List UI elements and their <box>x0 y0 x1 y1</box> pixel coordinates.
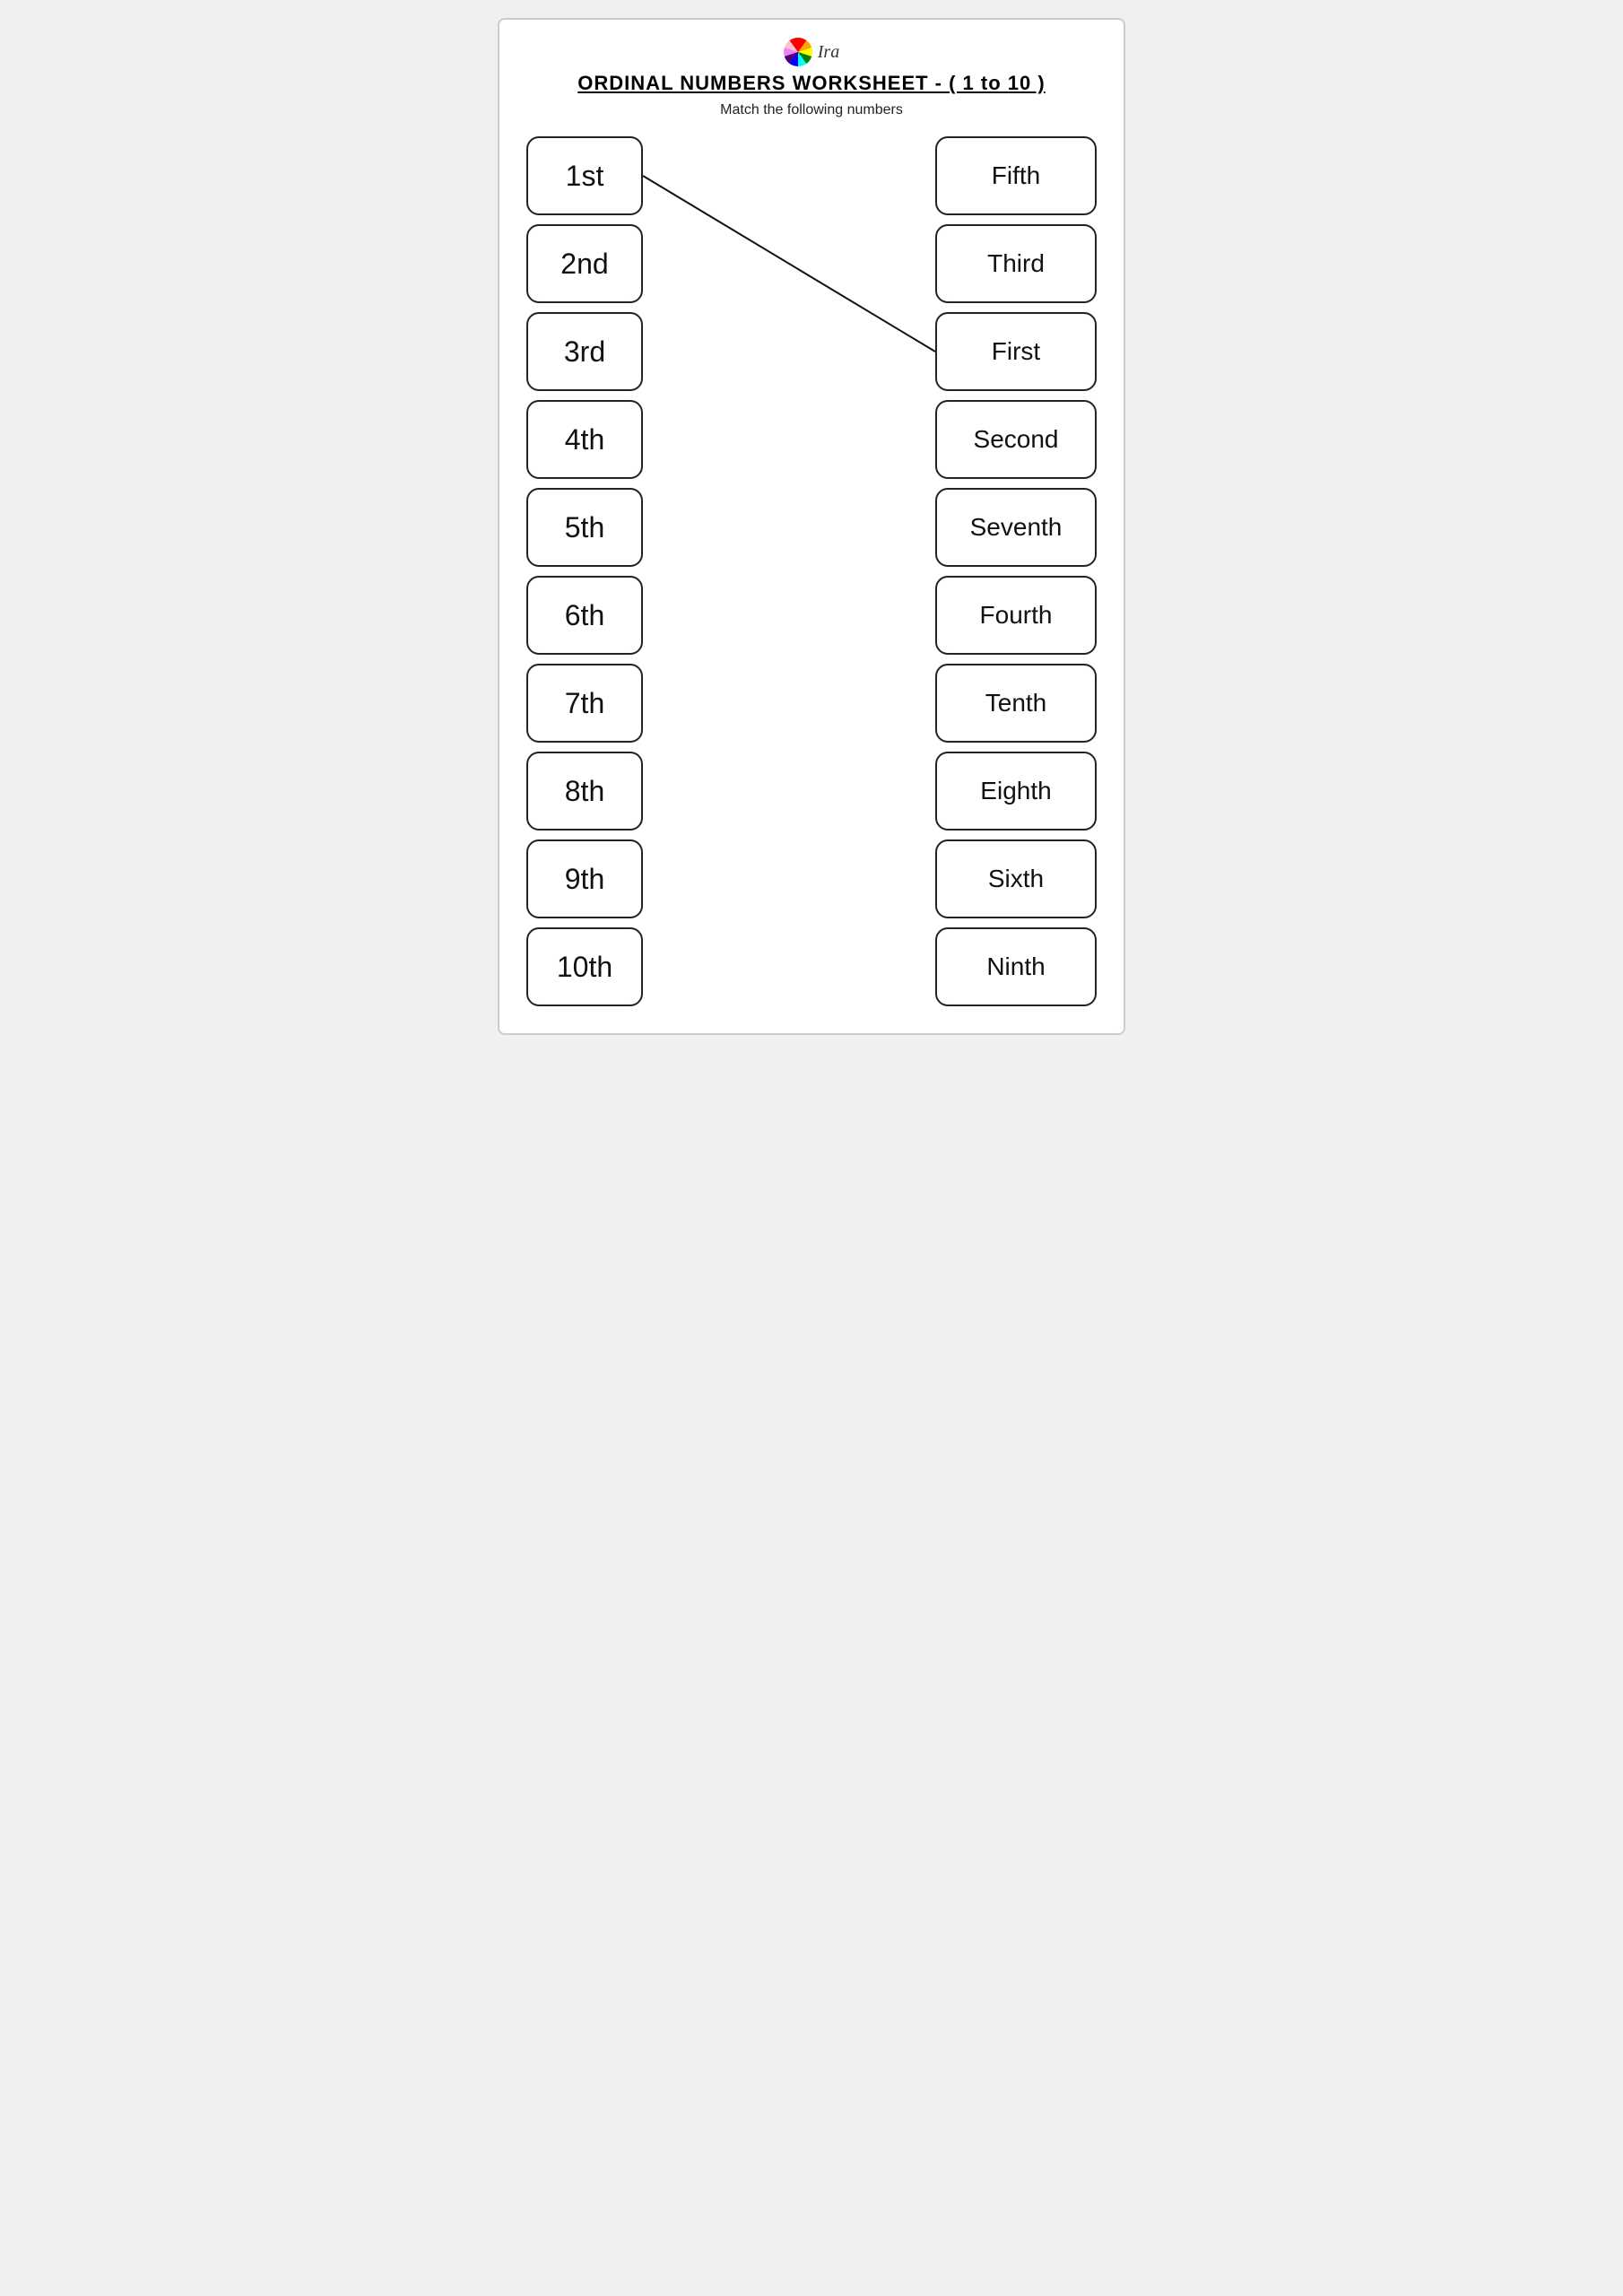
left-box-1[interactable]: 1st <box>526 136 643 215</box>
logo-area: Ira <box>526 38 1097 66</box>
left-box-10[interactable]: 10th <box>526 927 643 1006</box>
right-box-2[interactable]: Third <box>935 224 1097 303</box>
page-title: ORDINAL NUMBERS WORKSHEET - ( 1 to 10 ) <box>526 72 1097 95</box>
right-box-8[interactable]: Eighth <box>935 752 1097 831</box>
right-column: Fifth Third First Second Seventh Fourth Tenth E… <box>935 136 1097 1006</box>
left-box-7[interactable]: 7th <box>526 664 643 743</box>
left-column: 1st 2nd 3rd 4th 5th 6th 7th 8th 9th 10th <box>526 136 643 1006</box>
left-box-9[interactable]: 9th <box>526 839 643 918</box>
left-box-3[interactable]: 3rd <box>526 312 643 391</box>
content-area: 1st 2nd 3rd 4th 5th 6th 7th 8th 9th 10th Fifth Thi… <box>526 136 1097 1006</box>
right-box-6[interactable]: Fourth <box>935 576 1097 655</box>
left-box-4[interactable]: 4th <box>526 400 643 479</box>
worksheet-page: Ira ORDINAL NUMBERS WORKSHEET - ( 1 to 1… <box>498 18 1125 1035</box>
page-subtitle: Match the following numbers <box>526 102 1097 118</box>
right-box-1[interactable]: Fifth <box>935 136 1097 215</box>
right-box-10[interactable]: Ninth <box>935 927 1097 1006</box>
left-box-5[interactable]: 5th <box>526 488 643 567</box>
logo-text: Ira <box>818 42 839 63</box>
right-box-9[interactable]: Sixth <box>935 839 1097 918</box>
logo-icon <box>784 38 812 66</box>
right-box-3[interactable]: First <box>935 312 1097 391</box>
right-box-4[interactable]: Second <box>935 400 1097 479</box>
header: Ira ORDINAL NUMBERS WORKSHEET - ( 1 to 1… <box>526 38 1097 118</box>
right-box-7[interactable]: Tenth <box>935 664 1097 743</box>
left-box-6[interactable]: 6th <box>526 576 643 655</box>
right-box-5[interactable]: Seventh <box>935 488 1097 567</box>
left-box-8[interactable]: 8th <box>526 752 643 831</box>
left-box-2[interactable]: 2nd <box>526 224 643 303</box>
